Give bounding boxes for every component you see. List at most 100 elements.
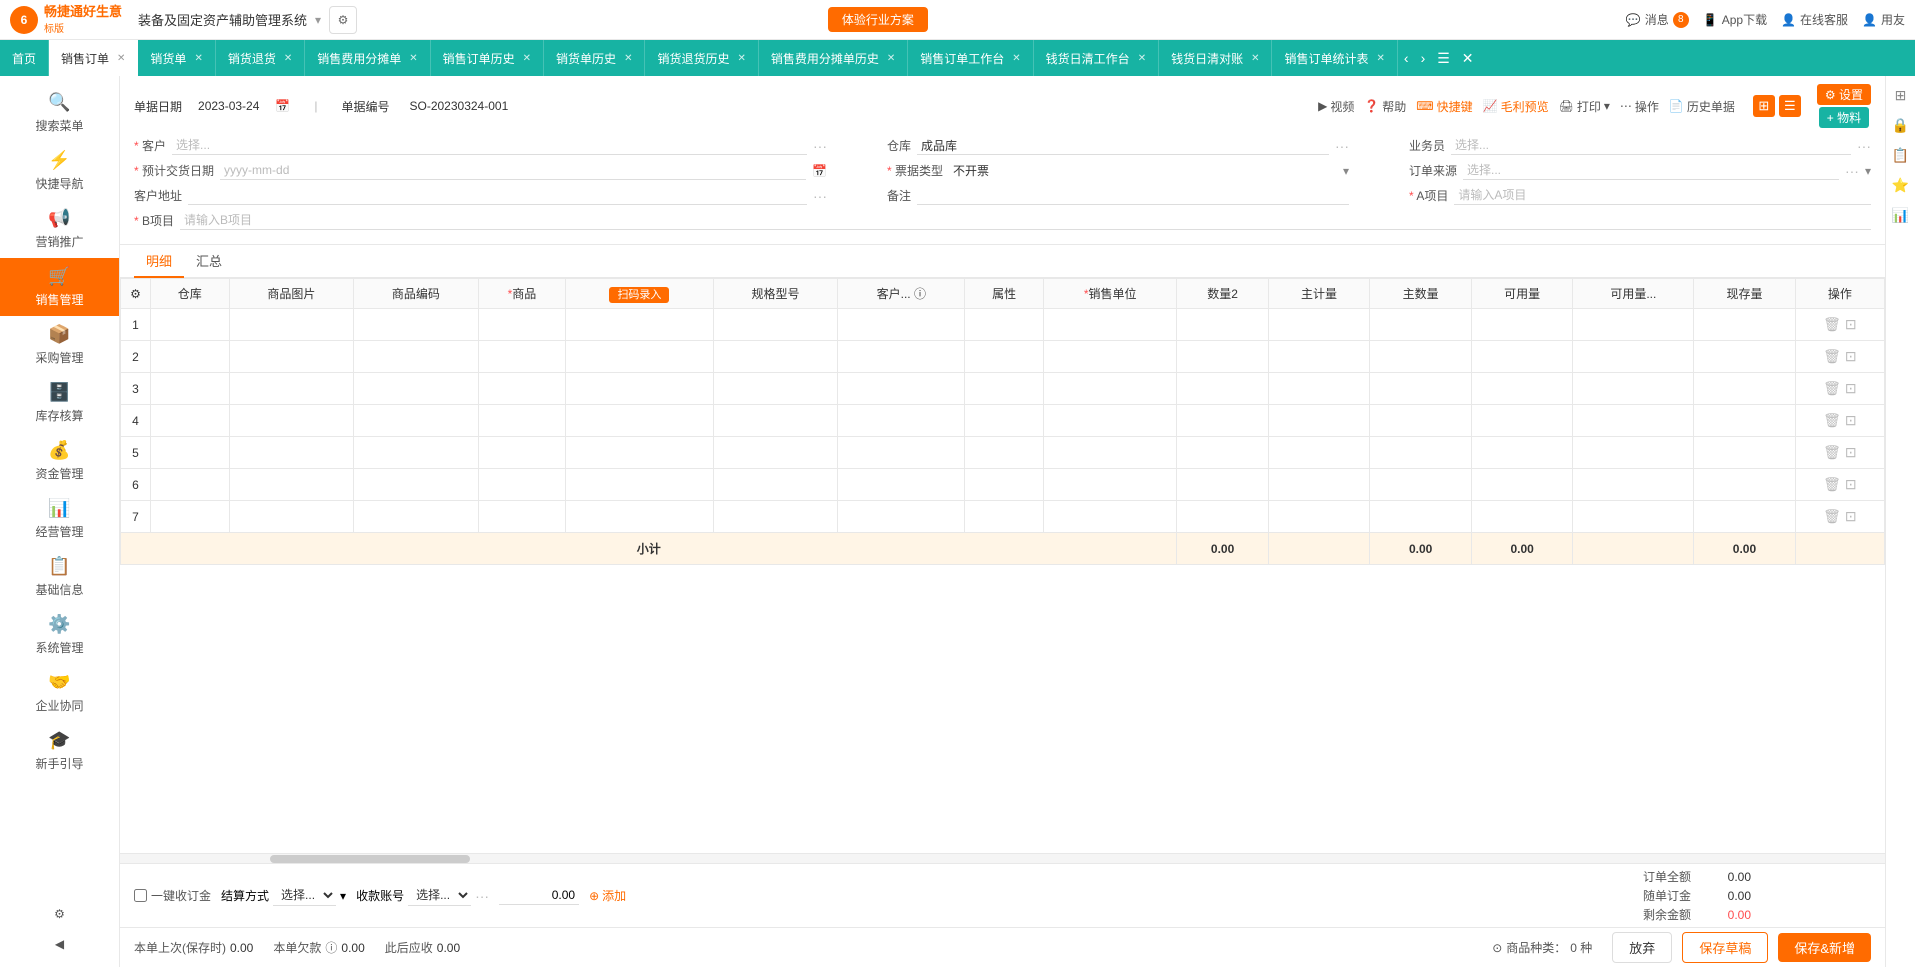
remarks-input[interactable] [917,186,1349,205]
row-code-1[interactable] [354,309,479,341]
user-btn[interactable]: 👤 用友 [1862,11,1905,28]
save-new-btn[interactable]: 保存&新增 [1778,933,1871,962]
tab-sales-return[interactable]: 销货退货 ✕ [216,40,305,76]
delivery-date-input[interactable] [220,161,806,180]
tab-expense-history[interactable]: 销售费用分摊单历史 ✕ [759,40,908,76]
row-copy-icon[interactable]: ⊡ [1845,380,1857,397]
row-copy-icon[interactable]: ⊡ [1845,444,1857,461]
row-product-1[interactable] [478,309,566,341]
row-unit-1[interactable] [1043,309,1177,341]
shortcut-btn[interactable]: ⌨ 快捷键 [1416,98,1472,115]
row-delete-icon[interactable]: 🗑 [1823,380,1841,397]
row-delete-icon[interactable]: 🗑 [1823,444,1841,461]
a-project-input[interactable] [1454,186,1871,205]
row-delete-icon[interactable]: 🗑 [1823,476,1841,493]
one-click-checkbox[interactable] [134,889,147,902]
tab-stats[interactable]: 销售订单统计表 ✕ [1272,40,1397,76]
profit-btn[interactable]: 📈 毛利预览 [1483,98,1549,115]
order-source-dropdown[interactable]: ▾ [1865,164,1871,178]
tab-close-icon[interactable]: ✕ [1012,53,1020,64]
row-copy-icon[interactable]: ⊡ [1845,316,1857,333]
tab-close-all-icon[interactable]: ✕ [1456,40,1480,76]
payment-amount-input[interactable] [499,886,579,905]
tab-close-icon[interactable]: ✕ [1377,53,1385,64]
sidebar-item-purchase[interactable]: 📦 采购管理 [0,316,119,374]
tab-close-icon[interactable]: ✕ [117,53,125,64]
tab-menu-icon[interactable]: ☰ [1431,40,1456,76]
receipt-account-more-icon[interactable]: ··· [475,888,489,904]
sidebar-item-search[interactable]: 🔍 搜索菜单 [0,84,119,142]
scan-btn[interactable]: 扫码录入 [609,287,669,303]
tab-detail[interactable]: 明细 [134,245,184,278]
tab-close-icon[interactable]: ✕ [624,53,632,64]
tab-close-icon[interactable]: ✕ [409,53,417,64]
tab-close-icon[interactable]: ✕ [1138,53,1146,64]
save-draft-btn[interactable]: 保存草稿 [1682,932,1768,963]
row-delete-icon[interactable]: 🗑 [1823,508,1841,525]
sidebar-item-marketing[interactable]: 📢 营销推广 [0,200,119,258]
calendar2-icon[interactable]: 📅 [812,164,827,178]
sidebar-item-inventory[interactable]: 🗄️ 库存核算 [0,374,119,432]
row-main-qty-1[interactable] [1370,309,1472,341]
row-delete-icon[interactable]: 🗑 [1823,316,1841,333]
tab-sales-order[interactable]: 销售订单 ✕ [49,40,138,76]
data-table-wrapper[interactable]: ⚙ 仓库 商品图片 商品编码 *商品 扫码录入 规格型号 客户... ⓘ 属性 … [120,278,1885,853]
tab-close-icon[interactable]: ✕ [194,53,202,64]
order-source-more-icon[interactable]: ··· [1845,163,1859,179]
scrollbar-thumb[interactable] [270,855,470,863]
one-click-checkbox-label[interactable]: 一键收订金 [134,887,211,904]
tab-sales-expense[interactable]: 销售费用分摊单 ✕ [305,40,430,76]
row-delete-icon[interactable]: 🗑 [1823,348,1841,365]
tab-return-history[interactable]: 销货退货历史 ✕ [645,40,758,76]
history-btn[interactable]: 📄 历史单据 [1669,98,1735,115]
staff-more-icon[interactable]: ··· [1857,138,1871,154]
tab-sales-invoice[interactable]: 销货单 ✕ [138,40,215,76]
online-service-btn[interactable]: 👤 在线客服 [1781,11,1848,28]
invoice-type-dropdown[interactable]: ▾ [1343,164,1349,178]
list-view-icon[interactable]: ☰ [1779,95,1801,117]
sidebar-item-cooperation[interactable]: 🤝 企业协同 [0,664,119,722]
row-attr-1[interactable] [965,309,1044,341]
tab-right-arrow[interactable]: › [1415,40,1432,76]
row-copy-icon[interactable]: ⊡ [1845,412,1857,429]
col-setting[interactable]: ⚙ [121,279,151,309]
row-copy-icon[interactable]: ⊡ [1845,476,1857,493]
add-btn[interactable]: ⊕ 添加 [589,887,626,904]
row-delete-icon[interactable]: 🗑 [1823,412,1841,429]
tab-invoice-history[interactable]: 销货单历史 ✕ [544,40,645,76]
warehouse-more-icon[interactable]: ··· [1335,138,1349,154]
settlement-select[interactable]: 选择... [273,885,336,906]
settings-icon[interactable]: ⚙ [329,6,357,34]
right-panel-icon-1[interactable]: ⊞ [1890,84,1912,106]
right-panel-icon-4[interactable]: ⭐ [1890,174,1912,196]
tab-order-workbench[interactable]: 销售订单工作台 ✕ [908,40,1033,76]
right-panel-icon-3[interactable]: 📋 [1890,144,1912,166]
app-download-btn[interactable]: 📱 App下载 [1703,11,1767,28]
horizontal-scrollbar[interactable] [120,853,1885,863]
row-warehouse-1[interactable] [151,309,230,341]
row-cust-code-1[interactable] [838,309,965,341]
sidebar-item-system[interactable]: ⚙️ 系统管理 [0,606,119,664]
tab-summary[interactable]: 汇总 [184,245,234,278]
row-copy-icon[interactable]: ⊡ [1845,508,1857,525]
sidebar-item-operation[interactable]: 📊 经营管理 [0,490,119,548]
address-more-icon[interactable]: ··· [813,188,827,204]
industry-btn[interactable]: 体验行业方案 [828,7,928,32]
message-btn[interactable]: 💬 消息 8 [1626,11,1689,28]
row-copy-icon[interactable]: ⊡ [1845,348,1857,365]
dropdown-arrow-icon[interactable]: ▾ [315,13,321,27]
staff-input[interactable] [1451,136,1851,155]
tab-home[interactable]: 首页 [0,40,49,76]
sidebar-item-basic[interactable]: 📋 基础信息 [0,548,119,606]
sidebar-collapse-btn[interactable]: ◀ [0,929,119,959]
address-input[interactable] [188,186,807,205]
sidebar-bottom-settings[interactable]: ⚙ [0,899,119,929]
receipt-account-select[interactable]: 选择... [408,885,471,906]
operation-btn[interactable]: ⋯ 操作 [1620,98,1659,115]
help-btn[interactable]: ❓ 帮助 [1364,98,1406,115]
b-project-input[interactable] [180,211,1871,230]
table-view-icon[interactable]: ⊞ [1753,95,1775,117]
settings-btn[interactable]: ⚙ 设置 + 物料 [1817,84,1871,128]
customer-input[interactable] [172,136,807,155]
tab-daily-workbench[interactable]: 钱货日清工作台 ✕ [1034,40,1159,76]
